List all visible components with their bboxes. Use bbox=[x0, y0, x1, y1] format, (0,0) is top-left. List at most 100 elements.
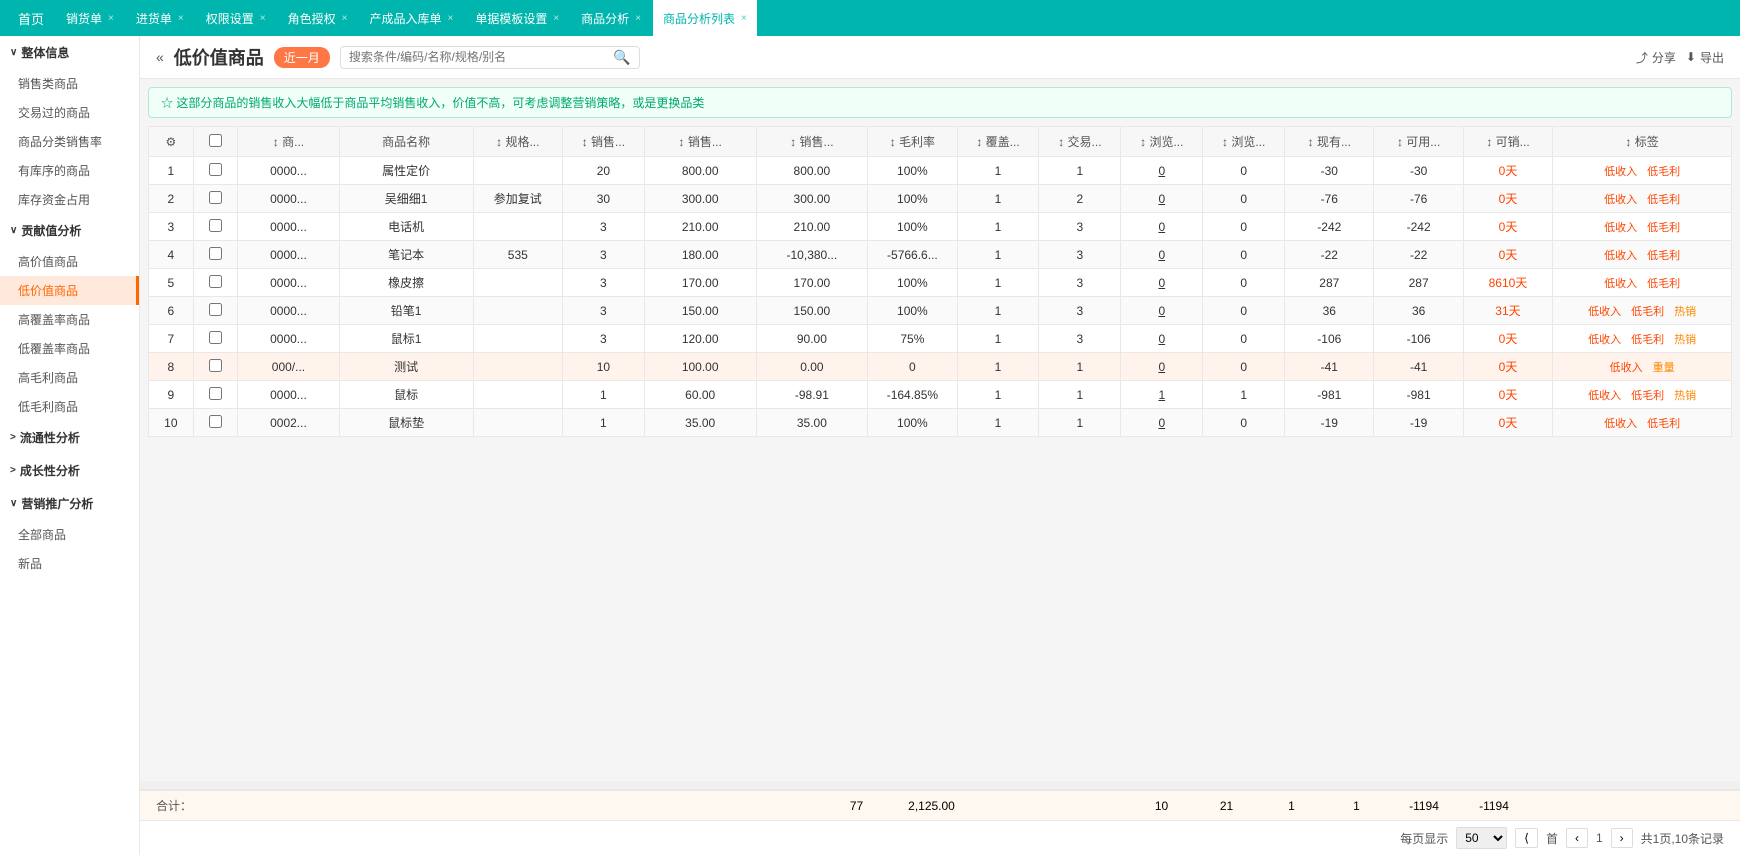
nav-purchase[interactable]: 进货单 × bbox=[126, 0, 194, 36]
view1-link[interactable]: 0 bbox=[1158, 164, 1165, 178]
row-view1[interactable]: 0 bbox=[1121, 157, 1203, 185]
row-checkbox[interactable] bbox=[209, 331, 222, 344]
th-name[interactable]: 商品名称 bbox=[339, 127, 473, 157]
view1-link[interactable]: 0 bbox=[1158, 192, 1165, 206]
sidebar-item-stock-capital[interactable]: 库存资金占用 bbox=[0, 185, 139, 214]
nav-warehouse-close[interactable]: × bbox=[447, 13, 453, 24]
view1-link[interactable]: 0 bbox=[1158, 360, 1165, 374]
row-checkbox-cell[interactable] bbox=[193, 213, 238, 241]
section-header-general[interactable]: ∨ 整体信息 bbox=[0, 36, 139, 69]
row-checkbox[interactable] bbox=[209, 359, 222, 372]
row-view1[interactable]: 0 bbox=[1121, 185, 1203, 213]
th-gross[interactable]: ↕ 毛利率 bbox=[868, 127, 957, 157]
sidebar-item-sales-products[interactable]: 销售类商品 bbox=[0, 69, 139, 98]
view1-link[interactable]: 0 bbox=[1158, 248, 1165, 262]
view1-link[interactable]: 1 bbox=[1158, 388, 1165, 402]
nav-analysis-list-close[interactable]: × bbox=[741, 13, 747, 24]
th-check[interactable] bbox=[193, 127, 238, 157]
search-icon[interactable]: 🔍 bbox=[613, 49, 630, 66]
nav-home[interactable]: 首页 bbox=[8, 0, 54, 36]
row-checkbox-cell[interactable] bbox=[193, 381, 238, 409]
row-checkbox[interactable] bbox=[209, 191, 222, 204]
sidebar-item-all-products[interactable]: 全部商品 bbox=[0, 520, 139, 549]
nav-roles[interactable]: 角色授权 × bbox=[278, 0, 358, 36]
table-area[interactable]: ⚙ ↕ 商... 商品名称 ↕ 规格... ↕ 销售... ↕ 销售... ↕ … bbox=[148, 126, 1732, 781]
row-view1[interactable]: 0 bbox=[1121, 325, 1203, 353]
th-view2[interactable]: ↕ 浏览... bbox=[1203, 127, 1285, 157]
row-checkbox-cell[interactable] bbox=[193, 325, 238, 353]
row-checkbox-cell[interactable] bbox=[193, 269, 238, 297]
th-code[interactable]: ↕ 商... bbox=[238, 127, 339, 157]
export-button[interactable]: ⬇ 导出 bbox=[1686, 49, 1724, 66]
filter-period-btn[interactable]: 近一月 bbox=[274, 47, 330, 68]
view1-link[interactable]: 0 bbox=[1158, 416, 1165, 430]
row-checkbox[interactable] bbox=[209, 275, 222, 288]
row-view1[interactable]: 0 bbox=[1121, 269, 1203, 297]
sidebar-item-traded-products[interactable]: 交易过的商品 bbox=[0, 98, 139, 127]
row-view1[interactable]: 0 bbox=[1121, 213, 1203, 241]
share-button[interactable]: ⤴ 分享 bbox=[1636, 49, 1676, 66]
row-checkbox-cell[interactable] bbox=[193, 409, 238, 437]
row-view1[interactable]: 1 bbox=[1121, 381, 1203, 409]
nav-template-close[interactable]: × bbox=[553, 13, 559, 24]
th-current[interactable]: ↕ 现有... bbox=[1285, 127, 1374, 157]
view1-link[interactable]: 0 bbox=[1158, 276, 1165, 290]
sidebar-item-high-margin[interactable]: 高毛利商品 bbox=[0, 363, 139, 392]
sidebar-item-new-products[interactable]: 新品 bbox=[0, 549, 139, 578]
th-trade[interactable]: ↕ 交易... bbox=[1039, 127, 1121, 157]
row-view1[interactable]: 0 bbox=[1121, 297, 1203, 325]
sidebar-collapse-btn[interactable]: « bbox=[156, 49, 164, 65]
row-checkbox[interactable] bbox=[209, 415, 222, 428]
row-checkbox[interactable] bbox=[209, 247, 222, 260]
row-checkbox-cell[interactable] bbox=[193, 185, 238, 213]
th-view1[interactable]: ↕ 浏览... bbox=[1121, 127, 1203, 157]
nav-analysis[interactable]: 商品分析 × bbox=[571, 0, 651, 36]
th-tag[interactable]: ↕ 标签 bbox=[1553, 127, 1732, 157]
th-spec[interactable]: ↕ 规格... bbox=[473, 127, 562, 157]
section-header-marketing[interactable]: ∨ 营销推广分析 bbox=[0, 487, 139, 520]
nav-purchase-close[interactable]: × bbox=[178, 13, 184, 24]
row-checkbox-cell[interactable] bbox=[193, 241, 238, 269]
nav-template[interactable]: 单据模板设置 × bbox=[465, 0, 569, 36]
nav-warehouse[interactable]: 产成品入库单 × bbox=[359, 0, 463, 36]
nav-sales[interactable]: 销货单 × bbox=[56, 0, 124, 36]
section-header-growth[interactable]: > 成长性分析 bbox=[0, 454, 139, 487]
row-checkbox[interactable] bbox=[209, 303, 222, 316]
prev-page-btn[interactable]: ‹ bbox=[1566, 828, 1588, 848]
row-view1[interactable]: 0 bbox=[1121, 353, 1203, 381]
row-checkbox[interactable] bbox=[209, 387, 222, 400]
nav-permissions-close[interactable]: × bbox=[260, 13, 266, 24]
nav-roles-close[interactable]: × bbox=[342, 13, 348, 24]
sidebar-item-low-coverage[interactable]: 低覆盖率商品 bbox=[0, 334, 139, 363]
sidebar-item-category-rate[interactable]: 商品分类销售率 bbox=[0, 127, 139, 156]
select-all-checkbox[interactable] bbox=[209, 134, 222, 147]
first-page-btn[interactable]: ⟨ bbox=[1515, 828, 1538, 848]
row-checkbox-cell[interactable] bbox=[193, 353, 238, 381]
row-checkbox[interactable] bbox=[209, 163, 222, 176]
sidebar-item-high-coverage[interactable]: 高覆盖率商品 bbox=[0, 305, 139, 334]
th-coverage[interactable]: ↕ 覆盖... bbox=[957, 127, 1039, 157]
page-size-select[interactable]: 50 100 bbox=[1456, 827, 1507, 849]
th-available[interactable]: ↕ 可用... bbox=[1374, 127, 1463, 157]
section-header-liquidity[interactable]: > 流通性分析 bbox=[0, 421, 139, 454]
search-input[interactable] bbox=[349, 50, 614, 64]
row-checkbox-cell[interactable] bbox=[193, 157, 238, 185]
view1-link[interactable]: 0 bbox=[1158, 332, 1165, 346]
row-view1[interactable]: 0 bbox=[1121, 241, 1203, 269]
th-sale1[interactable]: ↕ 销售... bbox=[562, 127, 644, 157]
next-page-btn[interactable]: › bbox=[1611, 828, 1633, 848]
view1-link[interactable]: 0 bbox=[1158, 304, 1165, 318]
section-header-contribution[interactable]: ∨ 贡献值分析 bbox=[0, 214, 139, 247]
sidebar-item-high-value[interactable]: 高价值商品 bbox=[0, 247, 139, 276]
scrollbar[interactable] bbox=[140, 781, 1740, 789]
th-sale3[interactable]: ↕ 销售... bbox=[756, 127, 868, 157]
nav-permissions[interactable]: 权限设置 × bbox=[196, 0, 276, 36]
view1-link[interactable]: 0 bbox=[1158, 220, 1165, 234]
sidebar-item-low-margin[interactable]: 低毛利商品 bbox=[0, 392, 139, 421]
sidebar-item-low-value[interactable]: 低价值商品 bbox=[0, 276, 139, 305]
nav-sales-close[interactable]: × bbox=[108, 13, 114, 24]
row-checkbox-cell[interactable] bbox=[193, 297, 238, 325]
nav-analysis-close[interactable]: × bbox=[635, 13, 641, 24]
row-checkbox[interactable] bbox=[209, 219, 222, 232]
sidebar-item-inventoried[interactable]: 有库序的商品 bbox=[0, 156, 139, 185]
